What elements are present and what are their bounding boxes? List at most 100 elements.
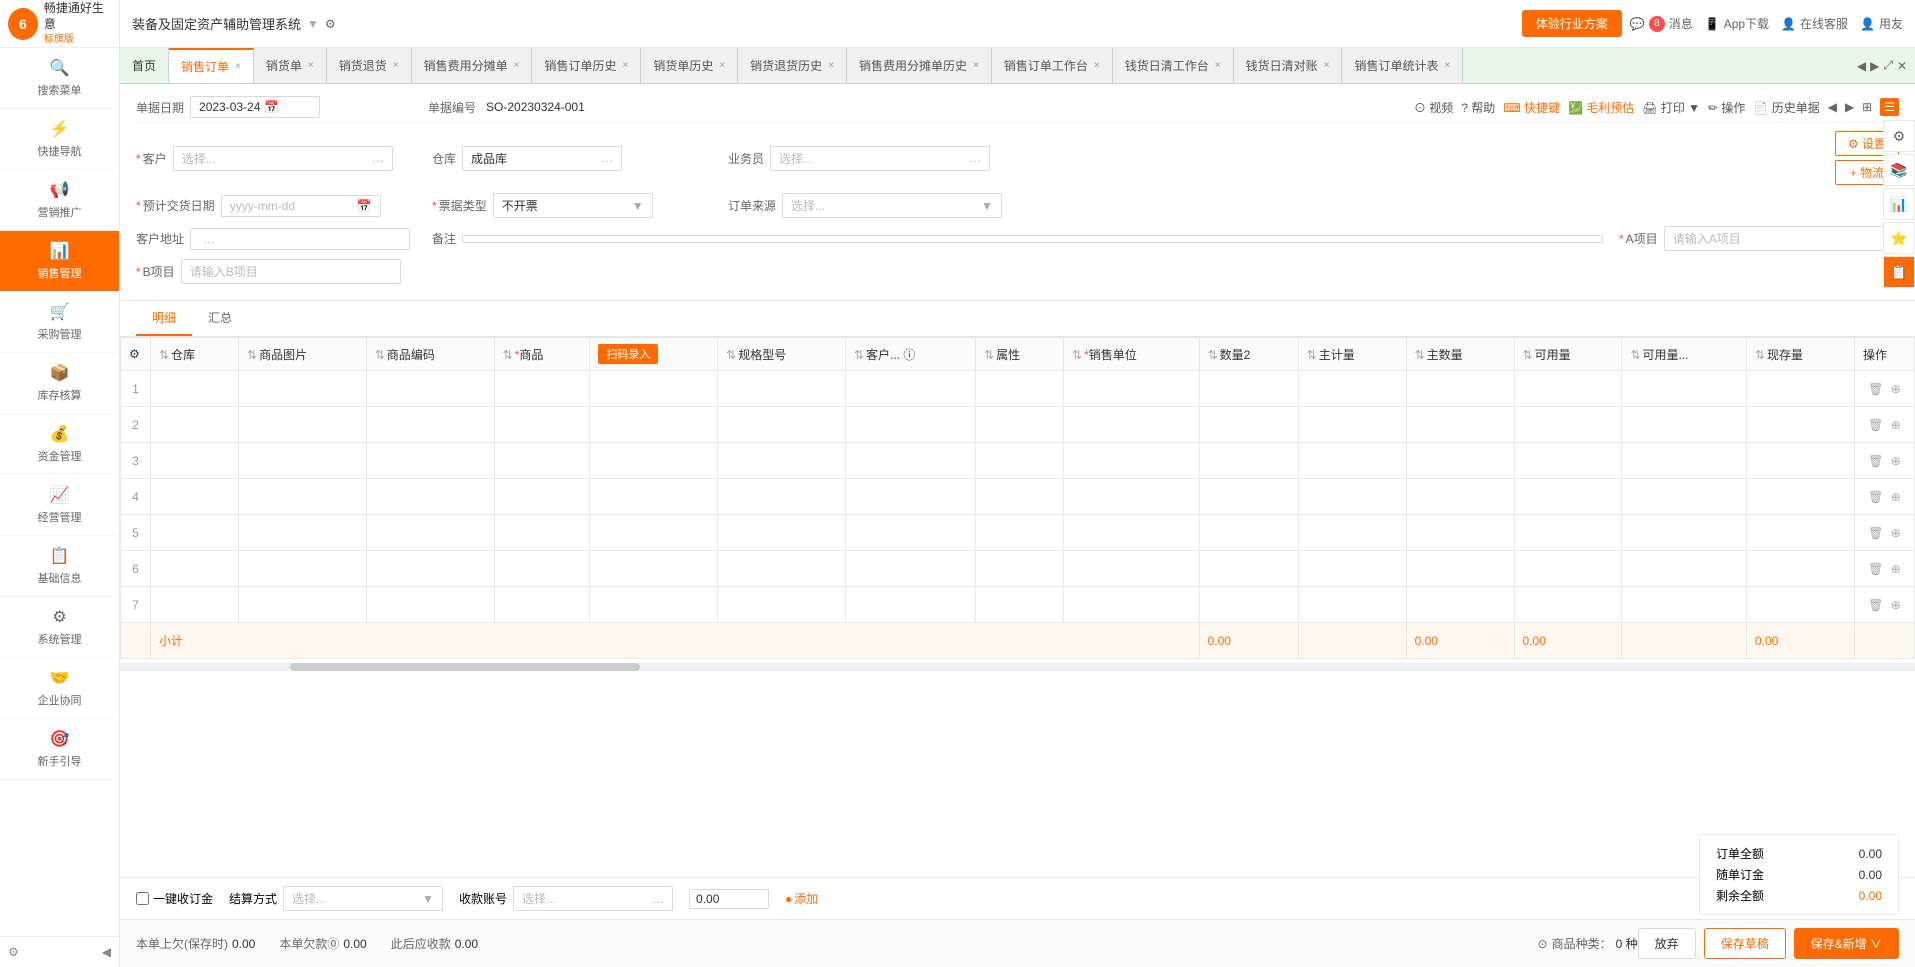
delete-icon[interactable]: 🗑 — [1868, 562, 1883, 576]
row-sales-unit[interactable] — [1064, 407, 1200, 443]
save-draft-button[interactable]: 保存草稿 — [1704, 928, 1786, 959]
row-product-img[interactable] — [239, 371, 367, 407]
row-warehouse[interactable] — [151, 515, 239, 551]
tab-daily-clear-workbench[interactable]: 钱货日清工作台 × — [1113, 48, 1234, 83]
row-attr[interactable] — [976, 479, 1064, 515]
profit-estimate-btn[interactable]: 💹 毛利预估 — [1568, 99, 1634, 116]
tab-close-icon[interactable]: × — [1444, 60, 1450, 71]
row-scan[interactable] — [590, 551, 718, 587]
row-spec[interactable] — [718, 443, 846, 479]
sidebar-item-basic-info[interactable]: 📋 基础信息 — [0, 536, 119, 597]
account-no-input[interactable]: 选择... … — [513, 886, 673, 911]
dropdown-icon[interactable]: ▼ — [307, 17, 319, 31]
collapse-icon[interactable]: ◀ — [102, 945, 111, 959]
grid-view-icon[interactable]: ⊞ — [1862, 100, 1872, 114]
ticket-type-input[interactable]: 不开票 ▼ — [493, 193, 653, 218]
row-scan[interactable] — [590, 515, 718, 551]
row-available2[interactable] — [1622, 515, 1747, 551]
right-tool-orange[interactable]: 📋 — [1883, 256, 1915, 288]
row-product[interactable] — [494, 371, 590, 407]
nav-prev-icon[interactable]: ◀ — [1828, 100, 1837, 114]
row-product-code[interactable] — [366, 407, 494, 443]
tab-summary[interactable]: 汇总 — [192, 301, 248, 336]
row-main-unit[interactable] — [1298, 479, 1406, 515]
row-customer-code[interactable] — [845, 479, 975, 515]
copy-icon[interactable]: ⊕ — [1891, 490, 1901, 504]
row-main-unit[interactable] — [1298, 443, 1406, 479]
row-available2[interactable] — [1622, 587, 1747, 623]
sort-icon[interactable]: ⇅ — [159, 348, 169, 362]
app-download-item[interactable]: 📱 App下载 — [1705, 15, 1769, 32]
row-qty2[interactable] — [1199, 371, 1298, 407]
row-customer-code[interactable] — [845, 443, 975, 479]
quick-settle-checkbox[interactable]: 一键收订金 — [136, 890, 213, 907]
tab-home[interactable]: 首页 — [120, 48, 169, 83]
operation-btn[interactable]: ✏ 操作 — [1708, 99, 1745, 116]
list-view-icon[interactable]: ☰ — [1880, 98, 1899, 116]
delete-icon[interactable]: 🗑 — [1868, 598, 1883, 612]
row-sales-unit[interactable] — [1064, 551, 1200, 587]
row-product-code[interactable] — [366, 443, 494, 479]
row-warehouse[interactable] — [151, 479, 239, 515]
nav-next-icon[interactable]: ▶ — [1845, 100, 1854, 114]
tab-sales-invoice[interactable]: 销货单 × — [254, 48, 327, 83]
row-main-qty[interactable] — [1406, 443, 1514, 479]
row-product-code[interactable] — [366, 515, 494, 551]
delivery-date-input[interactable]: yyyy-mm-dd 📅 — [221, 195, 381, 217]
row-spec[interactable] — [718, 587, 846, 623]
sidebar-item-system[interactable]: ⚙ 系统管理 — [0, 597, 119, 658]
video-btn[interactable]: ⊙ 视频 — [1414, 99, 1453, 116]
row-warehouse[interactable] — [151, 371, 239, 407]
right-tool-chart[interactable]: 📊 — [1883, 188, 1915, 220]
row-sales-unit[interactable] — [1064, 479, 1200, 515]
tab-close-icon[interactable]: × — [514, 60, 520, 71]
right-tool-star[interactable]: ⭐ — [1883, 222, 1915, 254]
row-available2[interactable] — [1622, 443, 1747, 479]
tab-return[interactable]: 销货退货 × — [327, 48, 412, 83]
row-product-img[interactable] — [239, 407, 367, 443]
sidebar-item-finance[interactable]: 💰 资金管理 — [0, 414, 119, 475]
row-customer-code[interactable] — [845, 407, 975, 443]
row-stock[interactable] — [1746, 443, 1854, 479]
sort-icon[interactable]: ⇅ — [1523, 348, 1533, 362]
row-available1[interactable] — [1514, 443, 1622, 479]
sort-icon[interactable]: ⇅ — [503, 348, 513, 362]
customer-input[interactable]: 选择... … — [173, 146, 393, 171]
row-stock[interactable] — [1746, 479, 1854, 515]
shortcut-btn[interactable]: ⌨ 快捷键 — [1503, 99, 1560, 116]
row-sales-unit[interactable] — [1064, 587, 1200, 623]
tab-return-history[interactable]: 销货退货历史 × — [738, 48, 847, 83]
row-stock[interactable] — [1746, 587, 1854, 623]
add-button[interactable]: ● 添加 — [785, 890, 818, 907]
message-item[interactable]: 💬 8 消息 — [1630, 15, 1693, 32]
delete-icon[interactable]: 🗑 — [1868, 526, 1883, 540]
row-qty2[interactable] — [1199, 515, 1298, 551]
row-product-code[interactable] — [366, 371, 494, 407]
row-main-unit[interactable] — [1298, 407, 1406, 443]
row-sales-unit[interactable] — [1064, 515, 1200, 551]
row-spec[interactable] — [718, 551, 846, 587]
row-customer-code[interactable] — [845, 371, 975, 407]
info-icon[interactable]: ⓘ — [903, 348, 915, 362]
row-available2[interactable] — [1622, 551, 1747, 587]
row-product-img[interactable] — [239, 479, 367, 515]
sort-icon[interactable]: ⇅ — [1755, 348, 1765, 362]
row-product[interactable] — [494, 515, 590, 551]
copy-icon[interactable]: ⊕ — [1891, 418, 1901, 432]
row-product-img[interactable] — [239, 551, 367, 587]
tab-close-icon[interactable]: × — [1324, 60, 1330, 71]
row-qty2[interactable] — [1199, 479, 1298, 515]
sort-icon[interactable]: ⇅ — [375, 348, 385, 362]
sort-icon[interactable]: ⇅ — [1208, 348, 1218, 362]
tab-close-icon[interactable]: × — [1215, 60, 1221, 71]
copy-icon[interactable]: ⊕ — [1891, 382, 1901, 396]
sort-icon[interactable]: ⇅ — [247, 348, 257, 362]
row-main-qty[interactable] — [1406, 371, 1514, 407]
delete-icon[interactable]: 🗑 — [1868, 454, 1883, 468]
row-main-qty[interactable] — [1406, 551, 1514, 587]
save-new-button[interactable]: 保存&新增 ∨ — [1794, 928, 1899, 959]
copy-icon[interactable]: ⊕ — [1891, 454, 1901, 468]
tab-close-icon[interactable]: × — [973, 60, 979, 71]
copy-icon[interactable]: ⊕ — [1891, 526, 1901, 540]
tab-more-icon[interactable]: ✕ — [1897, 59, 1907, 73]
